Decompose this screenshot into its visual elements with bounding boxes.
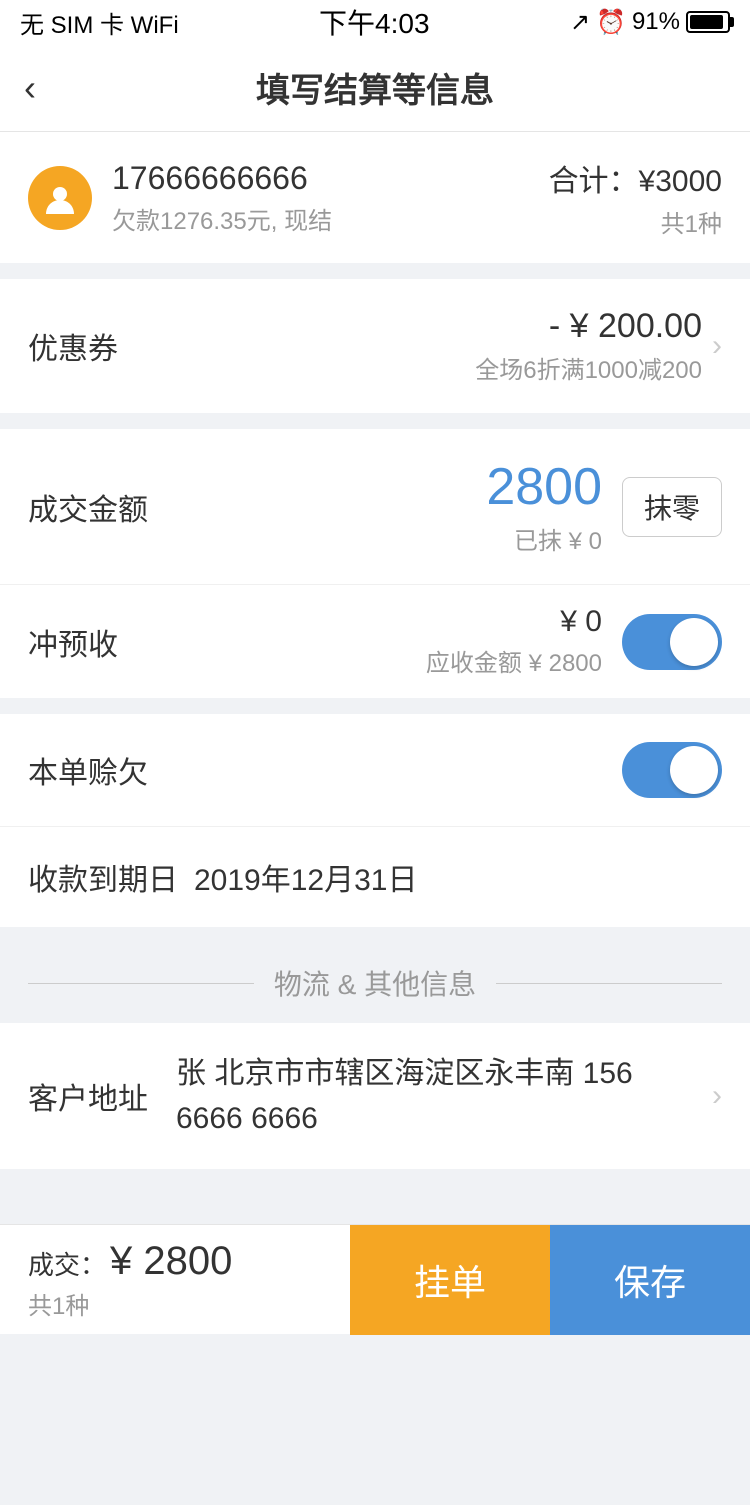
address-chevron-icon: › (712, 1079, 722, 1113)
customer-info: 17666666666 欠款1276.35元, 现结 (112, 160, 549, 236)
deal-amount-row: 成交金额 2800 已抹 ¥ 0 抹零 (0, 429, 750, 584)
chevron-right-icon: › (712, 329, 722, 363)
total-amount: 合计：¥3000 (549, 156, 722, 200)
bensingle-toggle[interactable] (622, 742, 722, 798)
location-icon: ↗ (570, 8, 590, 37)
battery-fill (690, 15, 723, 29)
date-value: 2019年12月31日 (194, 855, 417, 899)
bottom-bar: 成交： ¥ 2800 共1种 挂单 保存 (0, 1224, 750, 1334)
chong-row: 冲预收 ¥ 0 应收金额 ¥ 2800 (0, 584, 750, 698)
chong-right: ¥ 0 应收金额 ¥ 2800 (118, 605, 602, 678)
deal-value-col: 2800 已抹 ¥ 0 (148, 457, 602, 556)
status-left: 无 SIM 卡 WiFi (20, 5, 179, 40)
chong-toggle-knob (670, 618, 718, 666)
coupon-value-col: - ¥ 200.00 全场6折满1000减200 (118, 307, 702, 385)
customer-card: 17666666666 欠款1276.35元, 现结 合计：¥3000 共1种 (0, 132, 750, 263)
customer-row: 17666666666 欠款1276.35元, 现结 合计：¥3000 共1种 (0, 132, 750, 263)
chong-sub: 应收金额 ¥ 2800 (426, 643, 602, 678)
sim-label: 无 SIM 卡 WiFi (20, 5, 179, 40)
customer-phone: 17666666666 (112, 160, 549, 197)
chong-label: 冲预收 (28, 620, 118, 664)
deal-sub-label: 已抹 ¥ 0 (514, 521, 602, 556)
chong-toggle[interactable] (622, 614, 722, 670)
round-zero-button[interactable]: 抹零 (622, 477, 722, 537)
avatar (28, 166, 92, 230)
deal-amount-label: 成交金额 (28, 485, 148, 529)
coupon-discount: - ¥ 200.00 (549, 307, 702, 346)
date-label: 收款到期日 (28, 855, 178, 899)
customer-note: 欠款1276.35元, 现结 (112, 201, 549, 236)
deal-amount-value: 2800 (486, 457, 602, 517)
battery-icon (686, 11, 730, 33)
alarm-icon: ⏰ (596, 8, 626, 37)
address-card[interactable]: 客户地址 张 北京市市辖区海淀区永丰南 156 6666 6666 › (0, 1023, 750, 1169)
coupon-card[interactable]: 优惠券 - ¥ 200.00 全场6折满1000减200 › (0, 279, 750, 413)
status-bar: 无 SIM 卡 WiFi 下午4:03 ↗ ⏰ 91% (0, 0, 750, 44)
page-title: 填写结算等信息 (256, 63, 494, 112)
bensingle-row: 本单赊欠 (0, 714, 750, 826)
logistics-line-left (28, 983, 254, 984)
bensingle-card: 本单赊欠 收款到期日 2019年12月31日 (0, 714, 750, 927)
hang-button[interactable]: 挂单 (350, 1225, 550, 1335)
coupon-row[interactable]: 优惠券 - ¥ 200.00 全场6折满1000减200 › (0, 279, 750, 413)
nav-bar: ‹ 填写结算等信息 (0, 44, 750, 132)
address-label: 客户地址 (28, 1074, 148, 1118)
customer-total: 合计：¥3000 共1种 (549, 156, 722, 239)
status-time: 下午4:03 (319, 2, 430, 42)
save-button[interactable]: 保存 (550, 1225, 750, 1335)
logistics-text: 物流 & 其他信息 (254, 963, 496, 1003)
chong-value: ¥ 0 (560, 605, 602, 639)
bensingle-toggle-knob (670, 746, 718, 794)
logistics-line-right (496, 983, 722, 984)
date-row: 收款到期日 2019年12月31日 (0, 826, 750, 927)
logistics-header: 物流 & 其他信息 (0, 943, 750, 1023)
total-count: 共1种 (549, 204, 722, 239)
coupon-desc: 全场6折满1000减200 (475, 350, 702, 385)
battery-percent: 91% (632, 8, 680, 36)
bottom-deal-amount: ¥ 2800 (110, 1239, 232, 1284)
bottom-info: 成交： ¥ 2800 共1种 (0, 1239, 350, 1321)
deal-section: 成交金额 2800 已抹 ¥ 0 抹零 冲预收 ¥ 0 应收金额 ¥ 2800 (0, 429, 750, 698)
bottom-deal-label: 成交： (28, 1245, 106, 1282)
status-right: ↗ ⏰ 91% (570, 8, 730, 37)
bensingle-label: 本单赊欠 (28, 748, 622, 792)
bottom-deal-count: 共1种 (28, 1286, 322, 1321)
back-button[interactable]: ‹ (24, 67, 36, 109)
coupon-label: 优惠券 (28, 324, 118, 368)
address-value: 张 北京市市辖区海淀区永丰南 156 6666 6666 (176, 1051, 702, 1141)
address-row[interactable]: 客户地址 张 北京市市辖区海淀区永丰南 156 6666 6666 › (0, 1023, 750, 1169)
